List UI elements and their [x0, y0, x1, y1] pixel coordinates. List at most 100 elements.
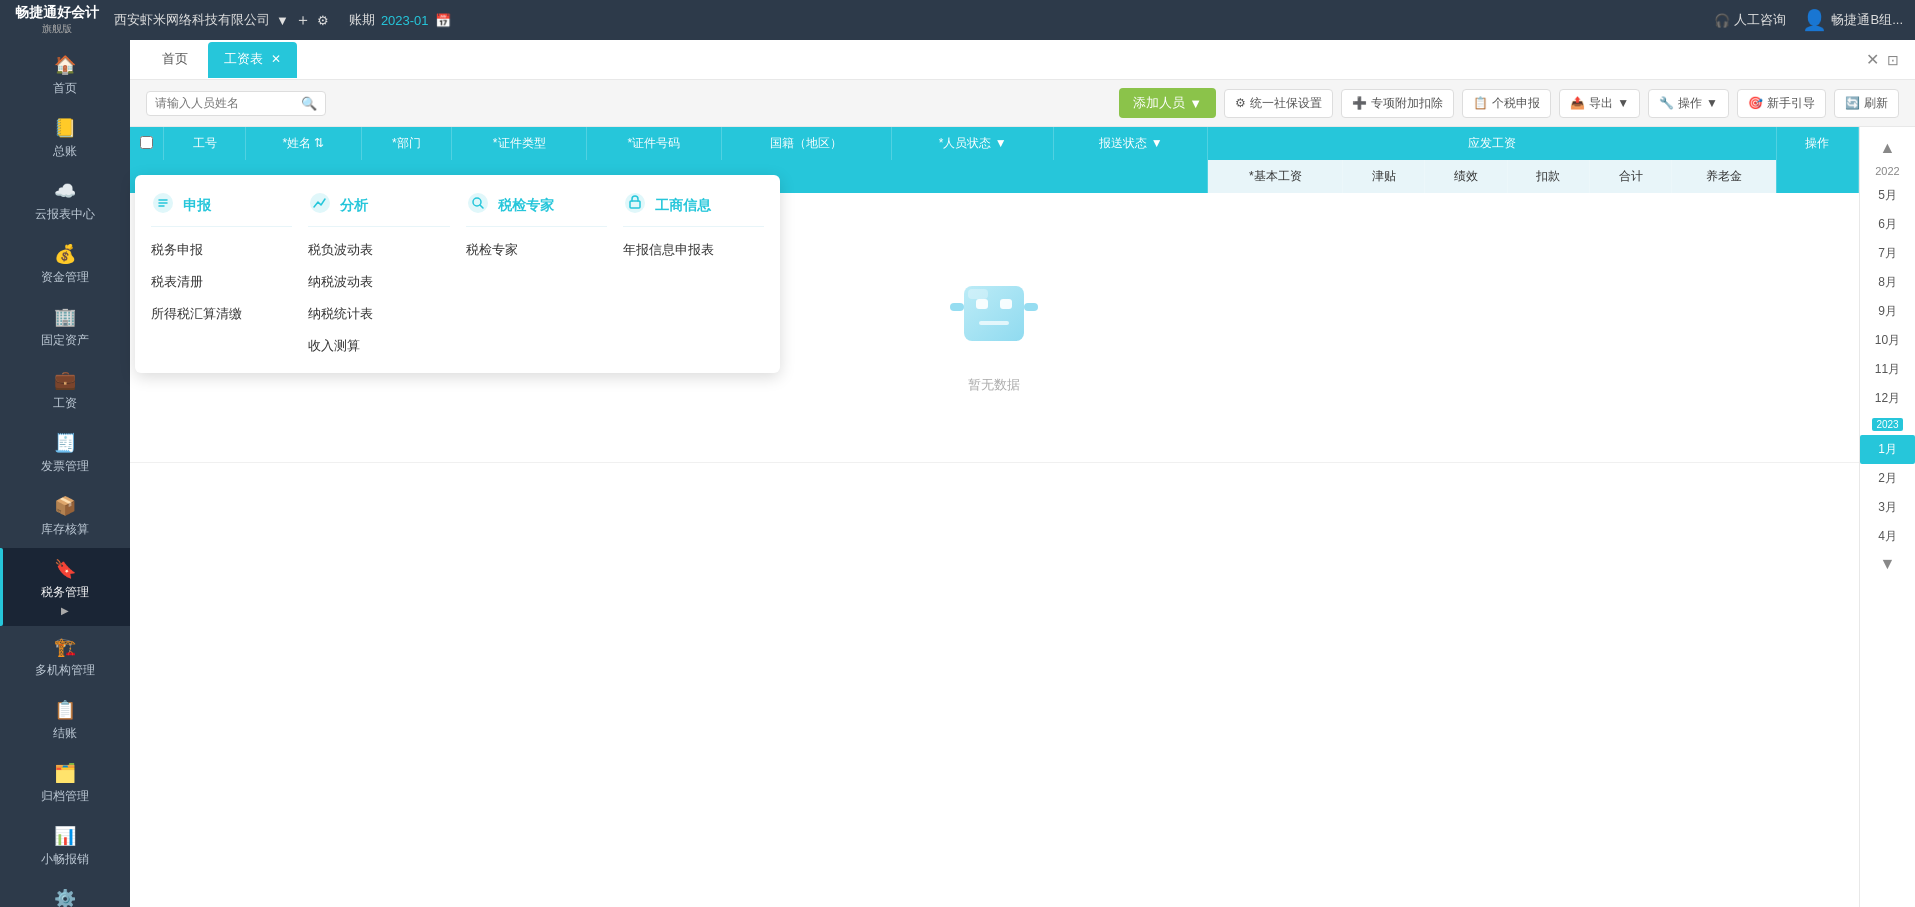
- month-2022-11[interactable]: 11月: [1860, 355, 1915, 384]
- tax-expert-item[interactable]: 税检专家: [466, 239, 607, 261]
- sidebar-item-invoice[interactable]: 🧾 发票管理: [0, 422, 130, 485]
- th-checkbox[interactable]: [130, 127, 164, 160]
- operate-btn[interactable]: 🔧 操作 ▼: [1648, 89, 1729, 118]
- sidebar-label-report: 小畅报销: [41, 851, 89, 868]
- fenxi-title: 分析: [340, 197, 368, 215]
- month-2023-2[interactable]: 2月: [1860, 464, 1915, 493]
- gongshang-title: 工商信息: [655, 197, 711, 215]
- tab-salary-close[interactable]: ✕: [271, 52, 281, 66]
- shuijian-items: 税检专家: [466, 239, 607, 261]
- sort-icon[interactable]: ⇅: [314, 136, 324, 150]
- settings-icon: ⚙️: [54, 888, 76, 907]
- select-all-checkbox[interactable]: [140, 136, 153, 149]
- special-deduct-btn[interactable]: ➕ 专项附加扣除: [1341, 89, 1454, 118]
- sidebar-item-home[interactable]: 🏠 首页: [0, 44, 130, 107]
- month-2022-9[interactable]: 9月: [1860, 297, 1915, 326]
- sidebar-label-invoice: 发票管理: [41, 458, 89, 475]
- month-2023-1[interactable]: 1月: [1860, 435, 1915, 464]
- sidebar-item-fixed[interactable]: 🏢 固定资产: [0, 296, 130, 359]
- month-2022-5[interactable]: 5月: [1860, 181, 1915, 210]
- company-selector[interactable]: 西安虾米网络科技有限公司 ▼ ＋ ⚙: [114, 10, 329, 31]
- income-forecast-item[interactable]: 收入测算: [308, 335, 449, 357]
- th-performance: 绩效: [1425, 160, 1507, 193]
- month-2022-6[interactable]: 6月: [1860, 210, 1915, 239]
- sidebar-item-tax[interactable]: 🔖 税务管理 ▶: [0, 548, 130, 626]
- year-badge-2023: 2023: [1872, 418, 1902, 431]
- period-value: 2023-01: [381, 13, 429, 28]
- window-close-btn[interactable]: ✕: [1866, 50, 1879, 69]
- add-employee-btn[interactable]: 添加人员 ▼: [1119, 88, 1216, 118]
- tax-report-item[interactable]: 税务申报: [151, 239, 292, 261]
- month-2023-3[interactable]: 3月: [1860, 493, 1915, 522]
- app-logo: 畅捷通好会计 旗舰版: [12, 4, 102, 36]
- sidebar-item-archive[interactable]: 🗂️ 归档管理: [0, 752, 130, 815]
- service-btn[interactable]: 🎧 人工咨询: [1714, 11, 1786, 29]
- svg-point-9: [468, 193, 488, 213]
- date-nav-up[interactable]: ▲: [1876, 135, 1900, 161]
- company-dropdown-icon[interactable]: ▼: [276, 13, 289, 28]
- svg-rect-4: [968, 289, 988, 299]
- add-company-btn[interactable]: ＋: [295, 10, 311, 31]
- tax-table-item[interactable]: 税表清册: [151, 271, 292, 293]
- status-filter-icon[interactable]: ▼: [995, 136, 1007, 150]
- sidebar-label-fund: 资金管理: [41, 269, 89, 286]
- salary-icon: 💼: [54, 369, 76, 391]
- date-nav-down[interactable]: ▼: [1876, 551, 1900, 577]
- cloud-icon: ☁️: [54, 180, 76, 202]
- social-security-btn[interactable]: ⚙ 统一社保设置: [1224, 89, 1333, 118]
- search-input[interactable]: [155, 96, 295, 110]
- annual-report-item[interactable]: 年报信息申报表: [623, 239, 764, 261]
- sidebar-item-multi[interactable]: 🏗️ 多机构管理: [0, 626, 130, 689]
- tax-statistics-item[interactable]: 纳税统计表: [308, 303, 449, 325]
- archive-icon: 🗂️: [54, 762, 76, 784]
- top-bar: 畅捷通好会计 旗舰版 西安虾米网络科技有限公司 ▼ ＋ ⚙ 账期 2023-01…: [0, 0, 1915, 40]
- tab-salary[interactable]: 工资表 ✕: [208, 42, 297, 78]
- fixed-icon: 🏢: [54, 306, 76, 328]
- report-filter-icon[interactable]: ▼: [1151, 136, 1163, 150]
- period-selector: 账期 2023-01 📅: [349, 11, 451, 29]
- tax-fluctuation-item[interactable]: 税负波动表: [308, 239, 449, 261]
- window-restore-btn[interactable]: ⊡: [1887, 52, 1899, 68]
- refresh-btn[interactable]: 🔄 刷新: [1834, 89, 1899, 118]
- sidebar-item-settings[interactable]: ⚙️ 基础设置: [0, 878, 130, 907]
- th-status: *人员状态 ▼: [891, 127, 1054, 160]
- tab-home[interactable]: 首页: [146, 42, 204, 78]
- dropdown-col-header-shuijian: 税检专家: [466, 191, 607, 227]
- sidebar-item-ledger[interactable]: 📒 总账: [0, 107, 130, 170]
- user-info[interactable]: 👤 畅捷通B组...: [1802, 8, 1903, 32]
- month-2022-12[interactable]: 12月: [1860, 384, 1915, 413]
- sidebar-item-cloud[interactable]: ☁️ 云报表中心: [0, 170, 130, 233]
- tax-fluctuation2-item[interactable]: 纳税波动表: [308, 271, 449, 293]
- sidebar-label-multi: 多机构管理: [35, 662, 95, 679]
- dropdown-col-shenbao: 申报 税务申报 税表清册 所得税汇算清缴: [151, 191, 292, 357]
- sidebar-label-tax: 税务管理: [41, 584, 89, 601]
- export-btn[interactable]: 📤 导出 ▼: [1559, 89, 1640, 118]
- th-pension: 养老金: [1672, 160, 1776, 193]
- sidebar-item-salary[interactable]: 💼 工资: [0, 359, 130, 422]
- month-2022-7[interactable]: 7月: [1860, 239, 1915, 268]
- export-label: 导出: [1589, 95, 1613, 112]
- search-box[interactable]: 🔍: [146, 91, 326, 116]
- sidebar-item-report[interactable]: 📊 小畅报销: [0, 815, 130, 878]
- month-2022-8[interactable]: 8月: [1860, 268, 1915, 297]
- period-label: 账期: [349, 11, 375, 29]
- svg-rect-6: [1024, 303, 1038, 311]
- guide-btn[interactable]: 🎯 新手引导: [1737, 89, 1826, 118]
- invoice-icon: 🧾: [54, 432, 76, 454]
- fenxi-col-icon: [308, 191, 332, 220]
- sidebar: 🏠 首页 📒 总账 ☁️ 云报表中心 💰 资金管理 🏢 固定资产 💼 工资 🧾 …: [0, 40, 130, 907]
- sidebar-item-close-period[interactable]: 📋 结账: [0, 689, 130, 752]
- sidebar-arrow-icon: ▶: [61, 605, 69, 616]
- tab-salary-label: 工资表: [224, 50, 263, 68]
- company-settings-icon[interactable]: ⚙: [317, 13, 329, 28]
- income-tax-clear-item[interactable]: 所得税汇算清缴: [151, 303, 292, 325]
- sidebar-item-fund[interactable]: 💰 资金管理: [0, 233, 130, 296]
- export-icon: 📤: [1570, 96, 1585, 110]
- logo-main: 畅捷通好会计: [15, 4, 99, 22]
- month-2022-10[interactable]: 10月: [1860, 326, 1915, 355]
- th-base-salary: *基本工资: [1208, 160, 1343, 193]
- sidebar-item-inventory[interactable]: 📦 库存核算: [0, 485, 130, 548]
- tax-return-btn[interactable]: 📋 个税申报: [1462, 89, 1551, 118]
- calendar-icon[interactable]: 📅: [435, 13, 451, 28]
- month-2023-4[interactable]: 4月: [1860, 522, 1915, 551]
